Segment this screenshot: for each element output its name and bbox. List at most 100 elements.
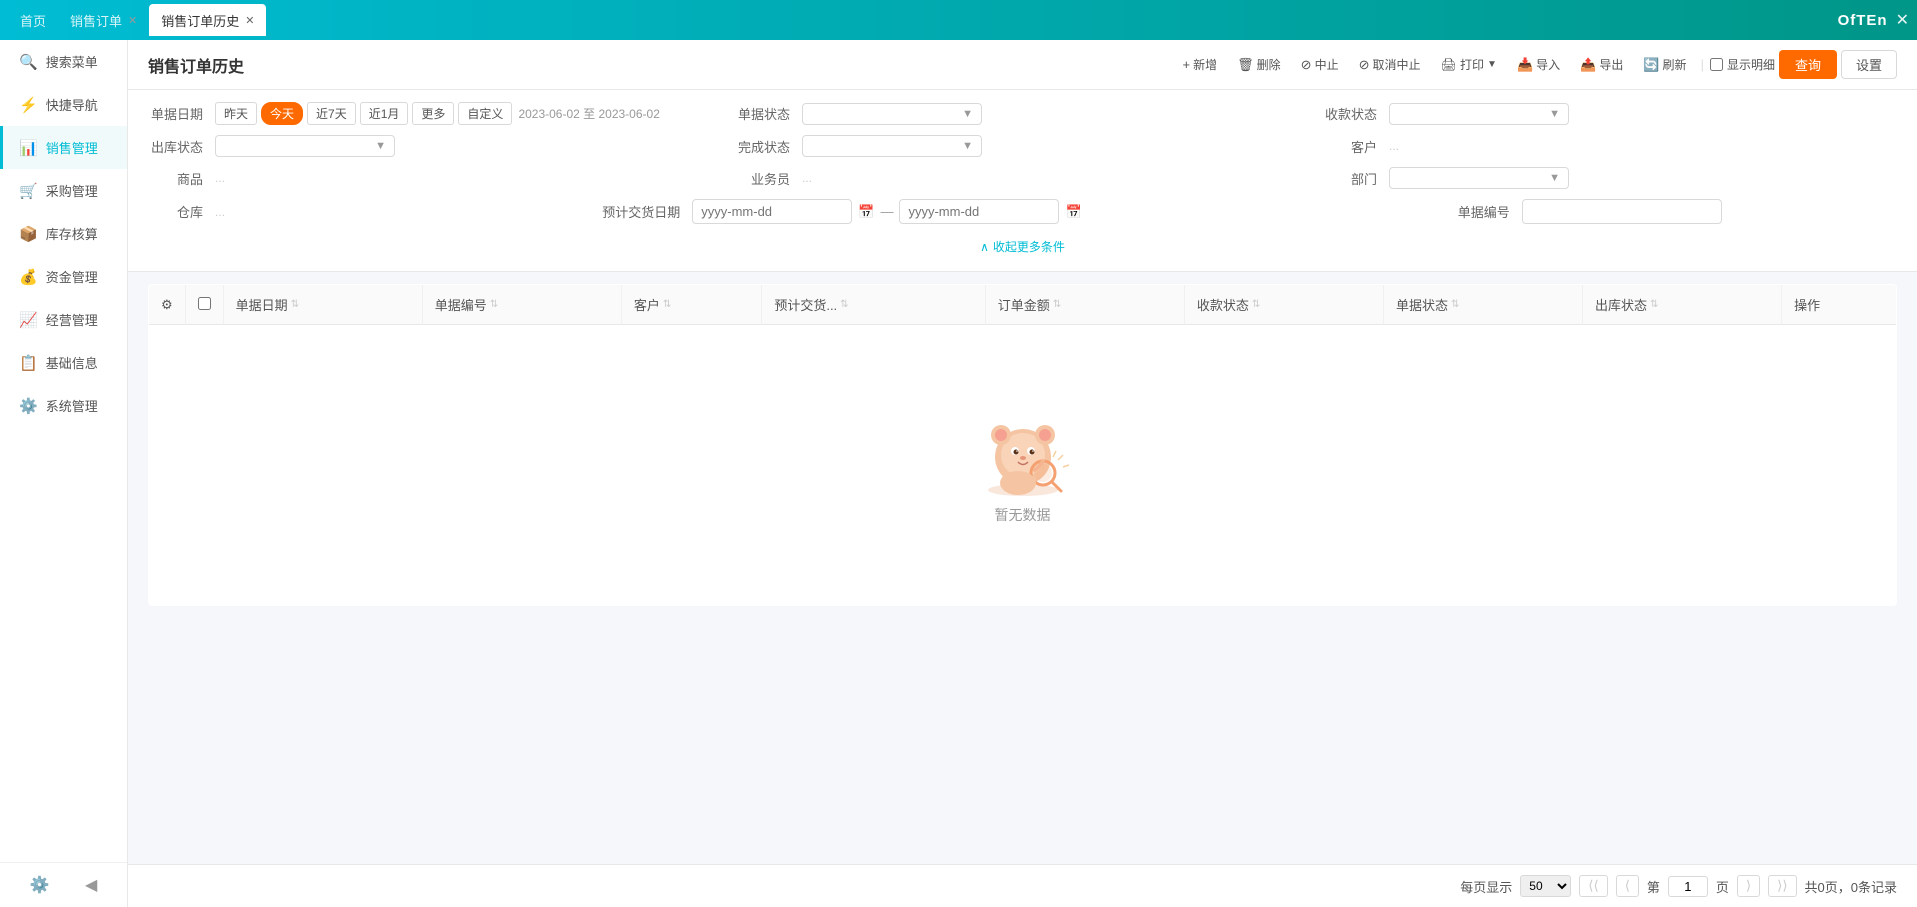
delivery-status-arrow-icon: ▼ [375,140,386,152]
display-option-label[interactable]: 显示明细 [1710,56,1775,73]
sidebar-item-inventory[interactable]: 📦 库存核算 [0,212,127,255]
tab-sales-order[interactable]: 销售订单 ✕ [58,4,149,36]
customer-ellipsis[interactable]: ... [1389,139,1399,153]
delete-button[interactable]: 🗑 删除 [1229,52,1289,77]
topbar-right: OfTEn ✕ [1838,10,1909,30]
cancel-stop-button[interactable]: ⊘ 取消中止 [1351,52,1429,77]
settings-button[interactable]: 设置 [1841,50,1897,79]
sidebar-collapse-icon[interactable]: ◀ [85,875,97,895]
sidebar-item-basic-info[interactable]: 📋 基础信息 [0,341,127,384]
order-status-arrow-icon: ▼ [962,108,973,120]
customer-control: ... [1389,139,1897,153]
department-control: ▼ [1389,167,1897,189]
th-number[interactable]: 单据编号 ⇅ [422,285,621,325]
page-size-select[interactable]: 50 10 20 100 [1520,875,1571,897]
sidebar-label-sales-mgmt: 销售管理 [46,138,98,157]
th-settings-icon[interactable]: ⚙ [161,297,173,312]
sidebar-item-purchase-mgmt[interactable]: 🛒 采购管理 [0,169,127,212]
department-select[interactable]: ▼ [1389,167,1569,189]
top-bar-close-btn[interactable]: ✕ [1896,10,1909,30]
th-amount[interactable]: 订单金额 ⇅ [985,285,1184,325]
display-detail-checkbox[interactable] [1710,58,1723,71]
import-button[interactable]: 📥 导入 [1509,52,1568,77]
query-button[interactable]: 查询 [1779,50,1837,79]
salesman-control: ... [802,171,1310,185]
sidebar-label-capital-mgmt: 资金管理 [46,267,98,286]
filter-area: 单据日期 昨天 今天 近7天 近1月 更多 自定义 2023-06-02 至 2… [128,90,1917,272]
tab-sales-order-history-close[interactable]: ✕ [245,14,254,27]
toolbar-separator: | [1701,57,1704,72]
first-page-btn[interactable]: ⟨⟨ [1579,875,1607,897]
add-button[interactable]: + 新增 [1175,52,1226,77]
delivery-date-end-input[interactable] [899,199,1059,224]
sidebar-item-operations[interactable]: 📈 经营管理 [0,298,127,341]
salesman-ellipsis[interactable]: ... [802,171,812,185]
goods-ellipsis[interactable]: ... [215,171,225,185]
calendar-start-icon[interactable]: 📅 [858,204,874,220]
delivery-date-start-input[interactable] [692,199,852,224]
sidebar-item-system-mgmt[interactable]: ⚙️ 系统管理 [0,384,127,427]
export-icon: 📤 [1580,57,1596,73]
select-all-checkbox[interactable] [198,297,211,310]
print-button[interactable]: 🖨 打印 ▼ [1433,52,1505,77]
goods-label: 商品 [148,169,203,188]
payment-status-select[interactable]: ▼ [1389,103,1569,125]
date-more-btn[interactable]: 更多 [412,102,454,125]
th-date[interactable]: 单据日期 ⇅ [223,285,422,325]
refresh-button[interactable]: 🔄 刷新 [1635,52,1694,77]
export-button[interactable]: 📤 导出 [1572,52,1631,77]
date-today-btn[interactable]: 今天 [261,102,303,125]
date-filter-control: 昨天 今天 近7天 近1月 更多 自定义 2023-06-02 至 2023-0… [215,102,723,125]
order-number-label: 单据编号 [1455,202,1510,221]
table-header-row: ⚙ 单据日期 ⇅ 单据编号 [149,285,1897,325]
delivery-status-select[interactable]: ▼ [215,135,395,157]
department-label: 部门 [1322,169,1377,188]
date-range-text: 2023-06-02 至 2023-06-02 [518,105,659,122]
next-page-btn[interactable]: ⟩ [1737,875,1760,897]
order-status-select[interactable]: ▼ [802,103,982,125]
toolbar: + 新增 🗑 删除 ⊘ 中止 ⊘ 取消中止 🖨 打印 [1175,50,1897,79]
th-customer[interactable]: 客户 ⇅ [621,285,762,325]
sidebar-item-quick-nav[interactable]: ⚡ 快捷导航 [0,83,127,126]
sidebar-settings-icon[interactable]: ⚙️ [30,875,50,895]
date-last-month-btn[interactable]: 近1月 [360,102,409,125]
collapse-more-btn[interactable]: ∧ 收起更多条件 [148,234,1897,259]
prev-page-btn[interactable]: ⟨ [1616,875,1639,897]
inventory-icon: 📦 [19,225,38,243]
sidebar-item-capital-mgmt[interactable]: 💰 资金管理 [0,255,127,298]
th-amount-sort-icon: ⇅ [1053,299,1061,310]
page-number-input[interactable] [1668,876,1708,897]
page-unit: 页 [1716,877,1729,896]
empty-state: 暂无数据 [149,325,1896,605]
order-number-input[interactable] [1522,199,1722,224]
tab-sales-order-history[interactable]: 销售订单历史 ✕ [149,4,266,36]
calendar-end-icon[interactable]: 📅 [1065,204,1081,220]
th-checkbox[interactable] [185,285,223,325]
sidebar-item-sales-mgmt[interactable]: 📊 销售管理 [0,126,127,169]
last-page-btn[interactable]: ⟩⟩ [1768,875,1796,897]
th-payment-status[interactable]: 收款状态 ⇅ [1184,285,1383,325]
date-yesterday-btn[interactable]: 昨天 [215,102,257,125]
sidebar-label-inventory: 库存核算 [46,224,98,243]
payment-status-arrow-icon: ▼ [1549,108,1560,120]
order-number-control [1522,199,1897,224]
date-last7-btn[interactable]: 近7天 [307,102,356,125]
add-icon: + [1183,57,1191,72]
import-icon: 📥 [1517,57,1533,73]
completion-status-select[interactable]: ▼ [802,135,982,157]
filter-row-4: 仓库 ... 预计交货日期 📅 — 📅 单据编号 [148,199,1897,224]
tab-sales-order-close[interactable]: ✕ [128,14,137,27]
th-order-status[interactable]: 单据状态 ⇅ [1383,285,1582,325]
date-custom-btn[interactable]: 自定义 [458,102,512,125]
content-area: 销售订单历史 + 新增 🗑 删除 ⊘ 中止 ⊘ 取消中止 [128,40,1917,907]
filter-row-3: 商品 ... 业务员 ... 部门 ▼ [148,167,1897,189]
basic-info-icon: 📋 [19,354,38,372]
tab-home[interactable]: 首页 [8,4,58,36]
th-settings[interactable]: ⚙ [149,285,186,325]
th-delivery-status[interactable]: 出库状态 ⇅ [1583,285,1782,325]
th-delivery-date[interactable]: 预计交货... ⇅ [762,285,985,325]
stop-button[interactable]: ⊘ 中止 [1293,52,1347,77]
payment-status-label: 收款状态 [1322,104,1377,123]
sidebar-item-search-menu[interactable]: 🔍 搜索菜单 [0,40,127,83]
warehouse-ellipsis[interactable]: ... [215,205,225,219]
